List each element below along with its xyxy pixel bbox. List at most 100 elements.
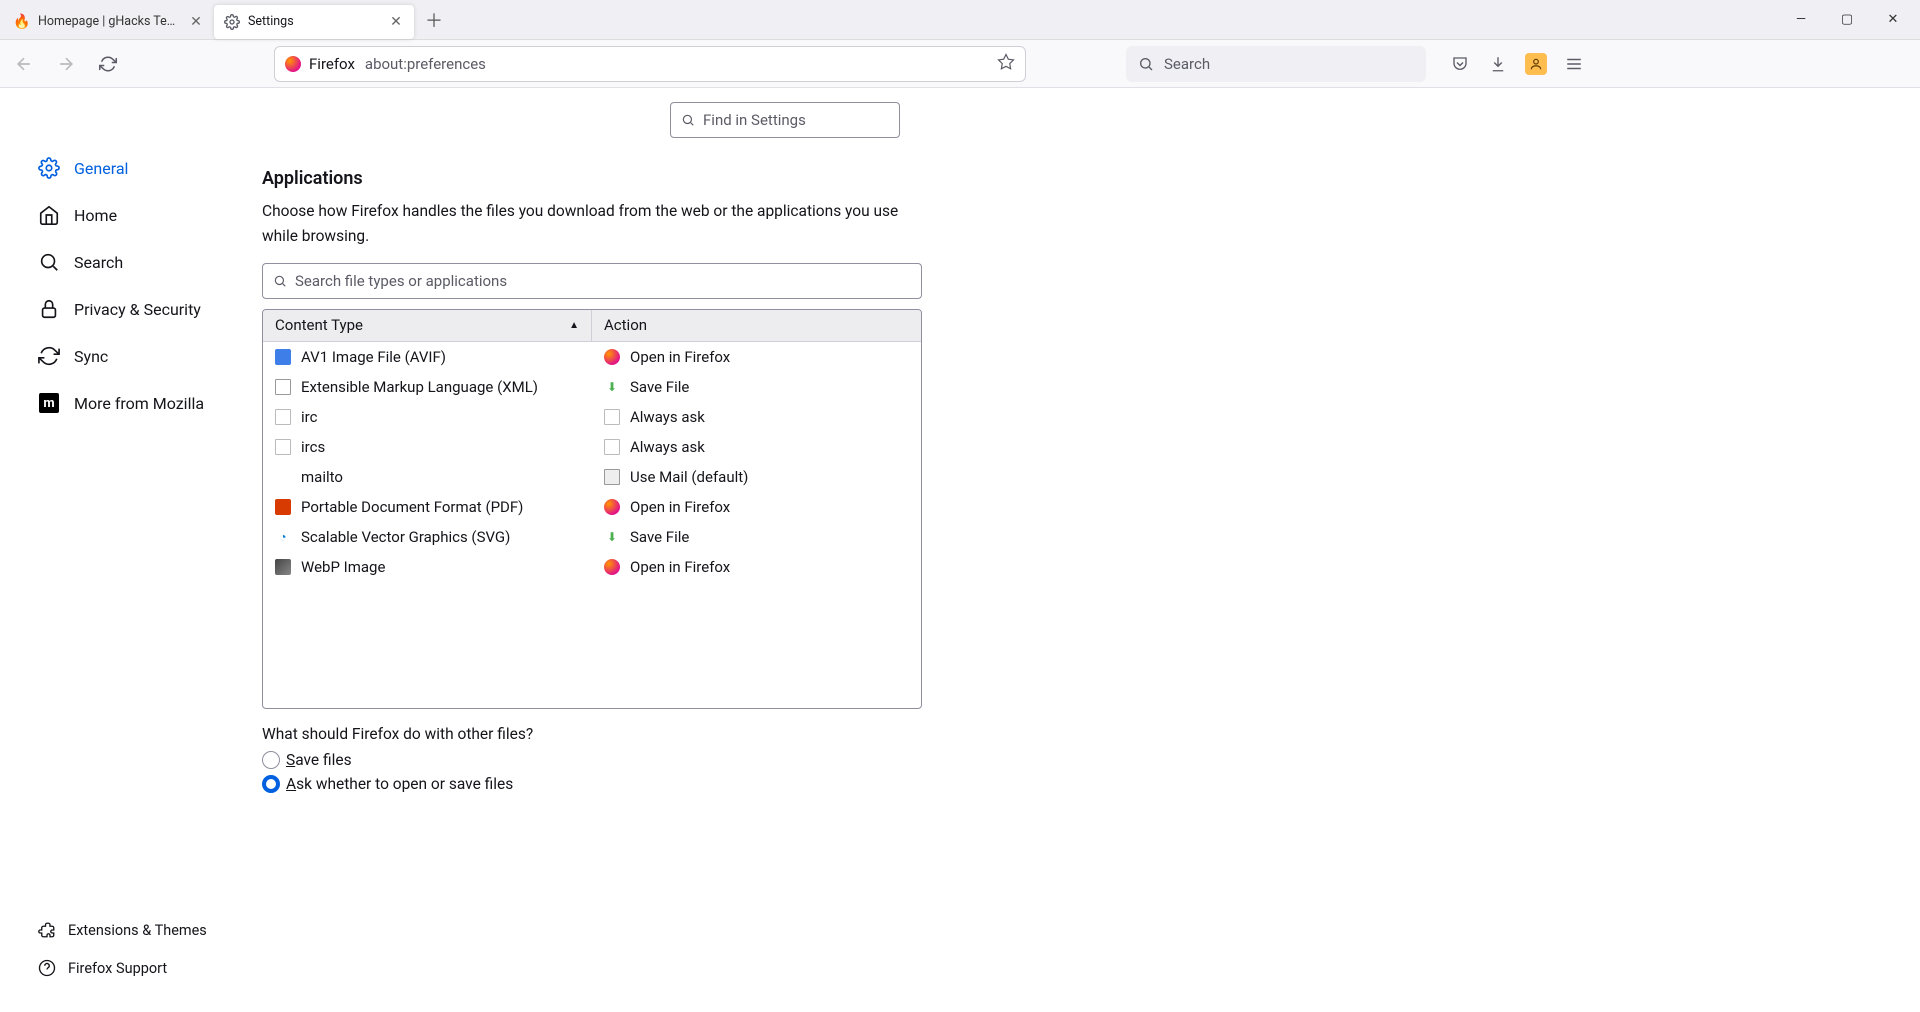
sidebar-bottom: Extensions & Themes Firefox Support: [28, 912, 242, 988]
sidebar-item-privacy[interactable]: Privacy & Security: [28, 289, 242, 329]
column-header-action[interactable]: Action: [592, 310, 921, 341]
action-label: Always ask: [630, 438, 705, 456]
close-icon[interactable]: ✕: [388, 14, 404, 30]
cell-type: AV1 Image File (AVIF): [263, 348, 592, 366]
type-label: ircs: [301, 438, 325, 456]
cell-action[interactable]: Always ask: [592, 438, 921, 456]
sidebar-item-general[interactable]: General: [28, 148, 242, 188]
toolbar-icons: [1444, 48, 1590, 80]
bookmark-star-icon[interactable]: [997, 53, 1015, 75]
main-content: Find in Settings Applications Choose how…: [242, 88, 1920, 1012]
mozilla-icon: m: [38, 392, 60, 414]
search-bar[interactable]: Search: [1126, 46, 1426, 82]
close-window-button[interactable]: ✕: [1870, 0, 1916, 40]
sidebar-item-label: Extensions & Themes: [68, 922, 207, 939]
cell-action[interactable]: Open in Firefox: [592, 498, 921, 516]
section-description: Choose how Firefox handles the files you…: [262, 199, 922, 249]
column-label: Content Type: [275, 316, 363, 334]
back-button[interactable]: [8, 48, 40, 80]
cell-action[interactable]: Open in Firefox: [592, 558, 921, 576]
cell-action[interactable]: Always ask: [592, 408, 921, 426]
table-row[interactable]: ircs Always ask: [263, 432, 921, 462]
sidebar-item-more[interactable]: m More from Mozilla: [28, 383, 242, 423]
sidebar-item-label: Home: [74, 206, 117, 225]
maximize-button[interactable]: ▢: [1824, 0, 1870, 40]
account-button[interactable]: [1520, 48, 1552, 80]
cell-type: ◔Scalable Vector Graphics (SVG): [263, 528, 592, 546]
sidebar-item-sync[interactable]: Sync: [28, 336, 242, 376]
sidebar-item-home[interactable]: Home: [28, 195, 242, 235]
tab-settings[interactable]: Settings ✕: [214, 5, 414, 39]
identity-label: Firefox: [309, 55, 355, 73]
table-row[interactable]: Extensible Markup Language (XML) ⬇Save Fi…: [263, 372, 921, 402]
radio-label: Save files: [286, 751, 352, 769]
other-files-question: What should Firefox do with other files?: [262, 725, 922, 743]
settings-page: General Home Search Privacy & Security S…: [0, 88, 1920, 1012]
table-row[interactable]: WebP ImageOpen in Firefox: [263, 552, 921, 582]
table-row[interactable]: ◔Scalable Vector Graphics (SVG)⬇Save Fil…: [263, 522, 921, 552]
sidebar-item-label: More from Mozilla: [74, 394, 204, 413]
search-placeholder: Search: [1164, 55, 1210, 73]
tab-title: Homepage | gHacks Technolog: [38, 14, 180, 29]
radio-label: Ask whether to open or save files: [286, 775, 513, 793]
radio-ask-files[interactable]: Ask whether to open or save files: [262, 775, 922, 793]
firefox-icon: [285, 56, 301, 72]
sidebar-item-label: Firefox Support: [68, 960, 167, 977]
type-label: Extensible Markup Language (XML): [301, 378, 538, 396]
search-icon: [681, 113, 695, 127]
help-icon: [38, 959, 56, 977]
close-icon[interactable]: ✕: [188, 14, 204, 30]
pocket-button[interactable]: [1444, 48, 1476, 80]
url-bar[interactable]: Firefox about:preferences: [274, 46, 1026, 82]
find-in-settings-input[interactable]: Find in Settings: [670, 102, 900, 138]
cell-type: WebP Image: [263, 558, 592, 576]
cell-action[interactable]: ⬇Save File: [592, 378, 921, 396]
avatar-icon: [1525, 53, 1547, 75]
type-label: Portable Document Format (PDF): [301, 498, 523, 516]
sort-ascending-icon: ▲: [569, 320, 579, 331]
sidebar-item-label: Search: [74, 253, 123, 272]
search-icon: [38, 251, 60, 273]
app-search-input[interactable]: Search file types or applications: [262, 263, 922, 299]
forward-button[interactable]: [50, 48, 82, 80]
action-label: Save File: [630, 378, 689, 396]
tab-strip: 🔥 Homepage | gHacks Technolog ✕ Settings…: [0, 0, 1920, 40]
table-row[interactable]: ircAlways ask: [263, 402, 921, 432]
new-tab-button[interactable]: ＋: [420, 6, 448, 34]
sidebar: General Home Search Privacy & Security S…: [0, 88, 242, 1012]
lock-icon: [38, 298, 60, 320]
search-icon: [1138, 56, 1154, 72]
downloads-button[interactable]: [1482, 48, 1514, 80]
minimize-button[interactable]: —: [1778, 0, 1824, 40]
gear-icon: [224, 14, 240, 30]
cell-type: irc: [263, 408, 592, 426]
sidebar-item-search[interactable]: Search: [28, 242, 242, 282]
type-label: Scalable Vector Graphics (SVG): [301, 528, 510, 546]
cell-action[interactable]: ⬇Save File: [592, 528, 921, 546]
tab-ghacks[interactable]: 🔥 Homepage | gHacks Technolog ✕: [4, 5, 214, 39]
cell-type: Extensible Markup Language (XML): [263, 378, 592, 396]
cell-action[interactable]: Open in Firefox: [592, 348, 921, 366]
menu-button[interactable]: [1558, 48, 1590, 80]
table-row[interactable]: Portable Document Format (PDF) Open in Fi…: [263, 492, 921, 522]
table-row[interactable]: mailto Use Mail (default): [263, 462, 921, 492]
search-icon: [273, 274, 287, 288]
identity-box[interactable]: Firefox: [285, 55, 355, 73]
radio-save-files[interactable]: Save files: [262, 751, 922, 769]
type-label: mailto: [301, 468, 343, 486]
column-header-type[interactable]: Content Type ▲: [263, 310, 592, 341]
table-row[interactable]: AV1 Image File (AVIF)Open in Firefox: [263, 342, 921, 372]
table-body: AV1 Image File (AVIF)Open in FirefoxExte…: [263, 342, 921, 582]
cell-type: Portable Document Format (PDF): [263, 498, 592, 516]
cell-action[interactable]: Use Mail (default): [592, 468, 921, 486]
sidebar-item-label: Privacy & Security: [74, 300, 201, 319]
applications-section: Applications Choose how Firefox handles …: [262, 168, 922, 793]
sidebar-item-support[interactable]: Firefox Support: [28, 950, 242, 986]
sidebar-item-label: Sync: [74, 347, 108, 366]
reload-button[interactable]: [92, 48, 124, 80]
app-search-placeholder: Search file types or applications: [295, 272, 507, 290]
action-label: Save File: [630, 528, 689, 546]
fire-icon: 🔥: [14, 14, 30, 30]
sidebar-item-extensions[interactable]: Extensions & Themes: [28, 912, 242, 948]
url-text: about:preferences: [365, 55, 486, 73]
